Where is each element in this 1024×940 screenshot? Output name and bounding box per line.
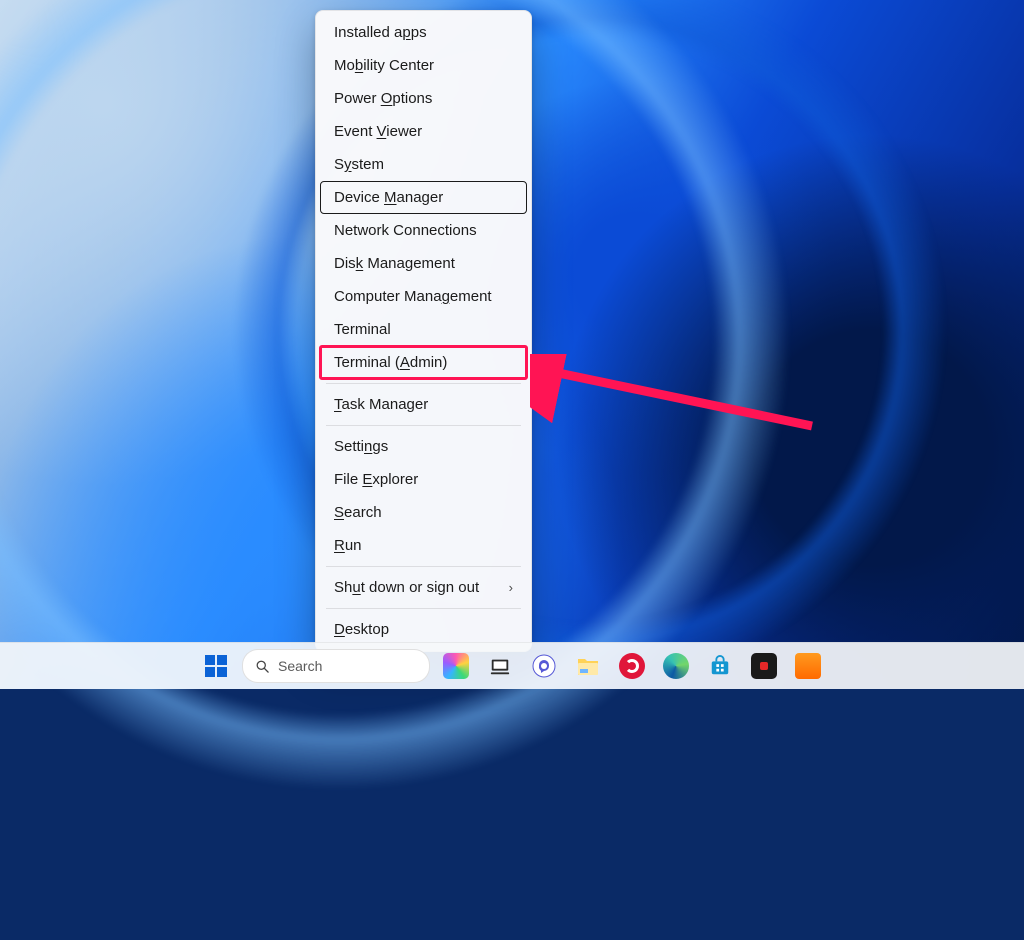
menu-item-mobility-center[interactable]: Mobility Center (320, 49, 527, 82)
winx-context-menu: Installed appsMobility CenterPower Optio… (315, 10, 532, 652)
taskbar-app-orange[interactable] (790, 648, 826, 684)
taskbar-search[interactable]: Search (242, 649, 430, 683)
start-button[interactable] (198, 648, 234, 684)
menu-item-event-viewer[interactable]: Event Viewer (320, 115, 527, 148)
menu-item-search[interactable]: Search (320, 496, 527, 529)
menu-item-installed-apps[interactable]: Installed apps (320, 16, 527, 49)
taskbar-store[interactable] (702, 648, 738, 684)
search-icon (255, 659, 270, 674)
menu-item-label: System (334, 148, 384, 181)
menu-item-settings[interactable]: Settings (320, 430, 527, 463)
menu-item-run[interactable]: Run (320, 529, 527, 562)
menu-item-label: Task Manager (334, 388, 428, 421)
taskbar-file-explorer[interactable] (570, 648, 606, 684)
menu-item-label: Disk Management (334, 247, 455, 280)
menu-item-label: Terminal (Admin) (334, 346, 447, 379)
menu-item-label: Power Options (334, 82, 432, 115)
menu-item-system[interactable]: System (320, 148, 527, 181)
menu-item-label: Mobility Center (334, 49, 434, 82)
menu-item-label: Network Connections (334, 214, 477, 247)
taskbar-app-red[interactable] (614, 648, 650, 684)
menu-item-power-options[interactable]: Power Options (320, 82, 527, 115)
chevron-right-icon: › (509, 571, 513, 604)
menu-item-shut-down-or-sign-out[interactable]: Shut down or sign out › (320, 571, 527, 604)
menu-item-terminal[interactable]: Terminal (320, 313, 527, 346)
menu-item-label: Search (334, 496, 382, 529)
menu-separator (326, 608, 521, 609)
task-view-button[interactable] (482, 648, 518, 684)
menu-item-label: Installed apps (334, 16, 427, 49)
menu-item-network-connections[interactable]: Network Connections (320, 214, 527, 247)
taskbar: Search (0, 642, 1024, 689)
menu-item-label: File Explorer (334, 463, 418, 496)
taskbar-app-dark[interactable] (746, 648, 782, 684)
menu-item-terminal-admin[interactable]: Terminal (Admin) (320, 346, 527, 379)
menu-separator (326, 383, 521, 384)
menu-item-label: Shut down or sign out (334, 571, 479, 604)
search-placeholder: Search (278, 658, 322, 674)
menu-item-task-manager[interactable]: Task Manager (320, 388, 527, 421)
menu-separator (326, 566, 521, 567)
menu-item-label: Settings (334, 430, 388, 463)
menu-separator (326, 425, 521, 426)
menu-item-file-explorer[interactable]: File Explorer (320, 463, 527, 496)
menu-item-label: Run (334, 529, 362, 562)
taskbar-app-colorful[interactable] (438, 648, 474, 684)
menu-item-label: Terminal (334, 313, 391, 346)
taskbar-edge[interactable] (658, 648, 694, 684)
taskbar-app-chat[interactable] (526, 648, 562, 684)
menu-item-label: Device Manager (334, 181, 443, 214)
menu-item-disk-management[interactable]: Disk Management (320, 247, 527, 280)
menu-item-label: Event Viewer (334, 115, 422, 148)
menu-item-device-manager[interactable]: Device Manager (320, 181, 527, 214)
menu-item-computer-management[interactable]: Computer Management (320, 280, 527, 313)
menu-item-label: Computer Management (334, 280, 492, 313)
